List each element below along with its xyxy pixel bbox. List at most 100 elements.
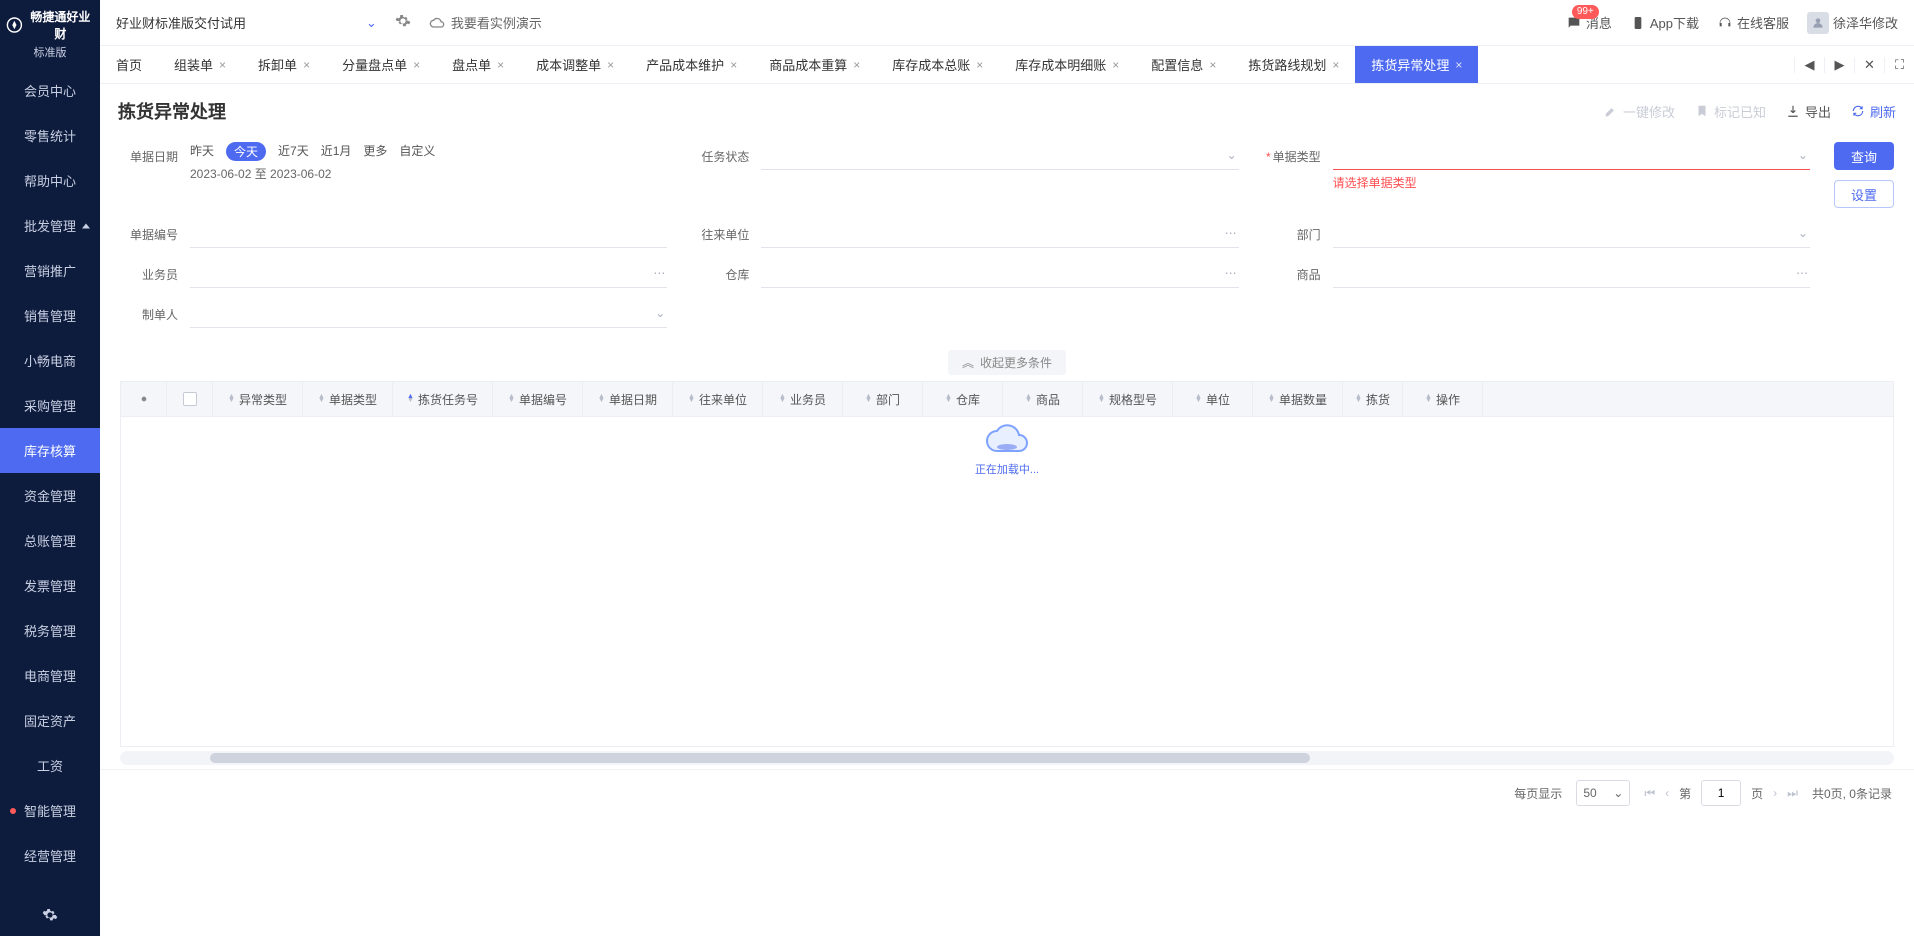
table-column-header[interactable]: ▲▼规格型号	[1083, 382, 1173, 416]
tab[interactable]: 配置信息×	[1135, 46, 1232, 83]
table-settings-button[interactable]	[121, 382, 167, 416]
close-icon[interactable]: ×	[1112, 58, 1119, 72]
first-page-button[interactable]: ⏮	[1644, 786, 1655, 801]
more-icon[interactable]: ⋯	[653, 266, 665, 280]
demo-link[interactable]: 我要看实例演示	[429, 13, 542, 32]
table-column-header[interactable]: ▲▼单据类型	[303, 382, 393, 416]
goods-input[interactable]	[1333, 260, 1810, 288]
table-column-header[interactable]: ▲▼部门	[843, 382, 923, 416]
sidebar-item[interactable]: 固定资产	[0, 698, 100, 743]
prev-page-button[interactable]: ‹	[1665, 786, 1669, 800]
refresh-button[interactable]: 刷新	[1851, 102, 1896, 121]
close-icon[interactable]: ×	[219, 58, 226, 72]
horizontal-scrollbar[interactable]	[120, 751, 1894, 765]
tab[interactable]: 库存成本总账×	[876, 46, 999, 83]
table-column-header[interactable]: ▲▼商品	[1003, 382, 1083, 416]
sidebar-item[interactable]: 电商管理	[0, 653, 100, 698]
sidebar-settings-button[interactable]	[0, 897, 100, 936]
close-icon[interactable]: ×	[413, 58, 420, 72]
date-chip[interactable]: 自定义	[399, 142, 435, 161]
table-column-header[interactable]: ▲▼单据数量	[1253, 382, 1343, 416]
scrollbar-thumb[interactable]	[210, 753, 1310, 763]
tab[interactable]: 产品成本维护×	[630, 46, 753, 83]
sidebar-item[interactable]: 采购管理	[0, 383, 100, 428]
sidebar-item[interactable]: 营销推广	[0, 248, 100, 293]
partner-input[interactable]	[761, 220, 1238, 248]
fullscreen-button[interactable]: ⛶	[1884, 57, 1914, 73]
page-size-select[interactable]: 50 ⌄	[1576, 780, 1630, 806]
tab-scroll-right[interactable]: ▶	[1824, 57, 1854, 73]
sidebar-item[interactable]: 税务管理	[0, 608, 100, 653]
close-icon[interactable]: ×	[1332, 58, 1339, 72]
product-selector[interactable]: 好业财标准版交付试用 ⌄	[116, 13, 377, 32]
table-column-header[interactable]: ▲▼拣货任务号	[393, 382, 493, 416]
next-page-button[interactable]: ›	[1773, 786, 1777, 800]
doc-no-input[interactable]	[190, 220, 667, 248]
tab[interactable]: 盘点单×	[436, 46, 520, 83]
more-icon[interactable]: ⋯	[1225, 226, 1237, 240]
close-icon[interactable]: ×	[1455, 58, 1462, 72]
sidebar-item[interactable]: 智能管理	[0, 788, 100, 833]
maker-select[interactable]	[190, 300, 667, 328]
sidebar-item[interactable]: 资金管理	[0, 473, 100, 518]
batch-edit-button[interactable]: 一键修改	[1604, 102, 1675, 121]
topbar-gear-icon[interactable]	[395, 13, 411, 32]
sidebar-item[interactable]: 会员中心	[0, 68, 100, 113]
sidebar-item[interactable]: 发票管理	[0, 563, 100, 608]
tab-close-all[interactable]: ✕	[1854, 57, 1884, 73]
more-icon[interactable]: ⋯	[1225, 266, 1237, 280]
query-button[interactable]: 查询	[1834, 142, 1894, 170]
warehouse-input[interactable]	[761, 260, 1238, 288]
collapse-filters-button[interactable]: ︽ 收起更多条件	[948, 350, 1066, 375]
sidebar-item[interactable]: 工资	[0, 743, 100, 788]
export-button[interactable]: 导出	[1786, 102, 1831, 121]
status-select[interactable]	[761, 142, 1238, 170]
tab[interactable]: 组装单×	[158, 46, 242, 83]
sales-input[interactable]	[190, 260, 667, 288]
sidebar-item[interactable]: 销售管理	[0, 293, 100, 338]
date-chip[interactable]: 今天	[226, 142, 266, 161]
table-column-header[interactable]: ▲▼单据日期	[583, 382, 673, 416]
table-column-header[interactable]: ▲▼业务员	[763, 382, 843, 416]
close-icon[interactable]: ×	[730, 58, 737, 72]
sidebar-item[interactable]: 库存核算	[0, 428, 100, 473]
close-icon[interactable]: ×	[497, 58, 504, 72]
date-chip[interactable]: 更多	[363, 142, 387, 161]
date-chip[interactable]: 近1月	[321, 142, 352, 161]
table-column-header[interactable]: ▲▼仓库	[923, 382, 1003, 416]
close-icon[interactable]: ×	[976, 58, 983, 72]
tab[interactable]: 分量盘点单×	[326, 46, 436, 83]
select-all-checkbox[interactable]	[167, 382, 213, 416]
mark-known-button[interactable]: 标记已知	[1695, 102, 1766, 121]
table-column-header[interactable]: ▲▼往来单位	[673, 382, 763, 416]
tab[interactable]: 首页	[100, 46, 158, 83]
last-page-button[interactable]: ⏭	[1787, 786, 1798, 801]
sidebar-item[interactable]: 批发管理	[0, 203, 100, 248]
dept-select[interactable]	[1333, 220, 1810, 248]
sidebar-item[interactable]: 小畅电商	[0, 338, 100, 383]
close-icon[interactable]: ×	[853, 58, 860, 72]
tab[interactable]: 拣货异常处理×	[1355, 46, 1478, 83]
date-chip[interactable]: 近7天	[278, 142, 309, 161]
more-icon[interactable]: ⋯	[1796, 266, 1808, 280]
app-download-button[interactable]: App下载	[1630, 13, 1699, 32]
tab[interactable]: 库存成本明细账×	[999, 46, 1135, 83]
close-icon[interactable]: ×	[1209, 58, 1216, 72]
tab[interactable]: 商品成本重算×	[753, 46, 876, 83]
tab[interactable]: 拆卸单×	[242, 46, 326, 83]
sidebar-item[interactable]: 帮助中心	[0, 158, 100, 203]
table-column-header[interactable]: ▲▼异常类型	[213, 382, 303, 416]
doc-type-select[interactable]	[1333, 142, 1810, 170]
messages-button[interactable]: 99+ 消息	[1566, 13, 1612, 32]
user-menu[interactable]: 徐泽华修改	[1807, 12, 1898, 34]
settings-button[interactable]: 设置	[1834, 180, 1894, 208]
page-input[interactable]	[1701, 780, 1741, 806]
table-column-header[interactable]: ▲▼操作	[1403, 382, 1483, 416]
date-chip[interactable]: 昨天	[190, 142, 214, 161]
table-column-header[interactable]: ▲▼单据编号	[493, 382, 583, 416]
sidebar-item[interactable]: 零售统计	[0, 113, 100, 158]
tab-scroll-left[interactable]: ◀	[1794, 57, 1824, 73]
table-column-header[interactable]: ▲▼拣货	[1343, 382, 1403, 416]
sidebar-item[interactable]: 总账管理	[0, 518, 100, 563]
support-button[interactable]: 在线客服	[1717, 13, 1789, 32]
